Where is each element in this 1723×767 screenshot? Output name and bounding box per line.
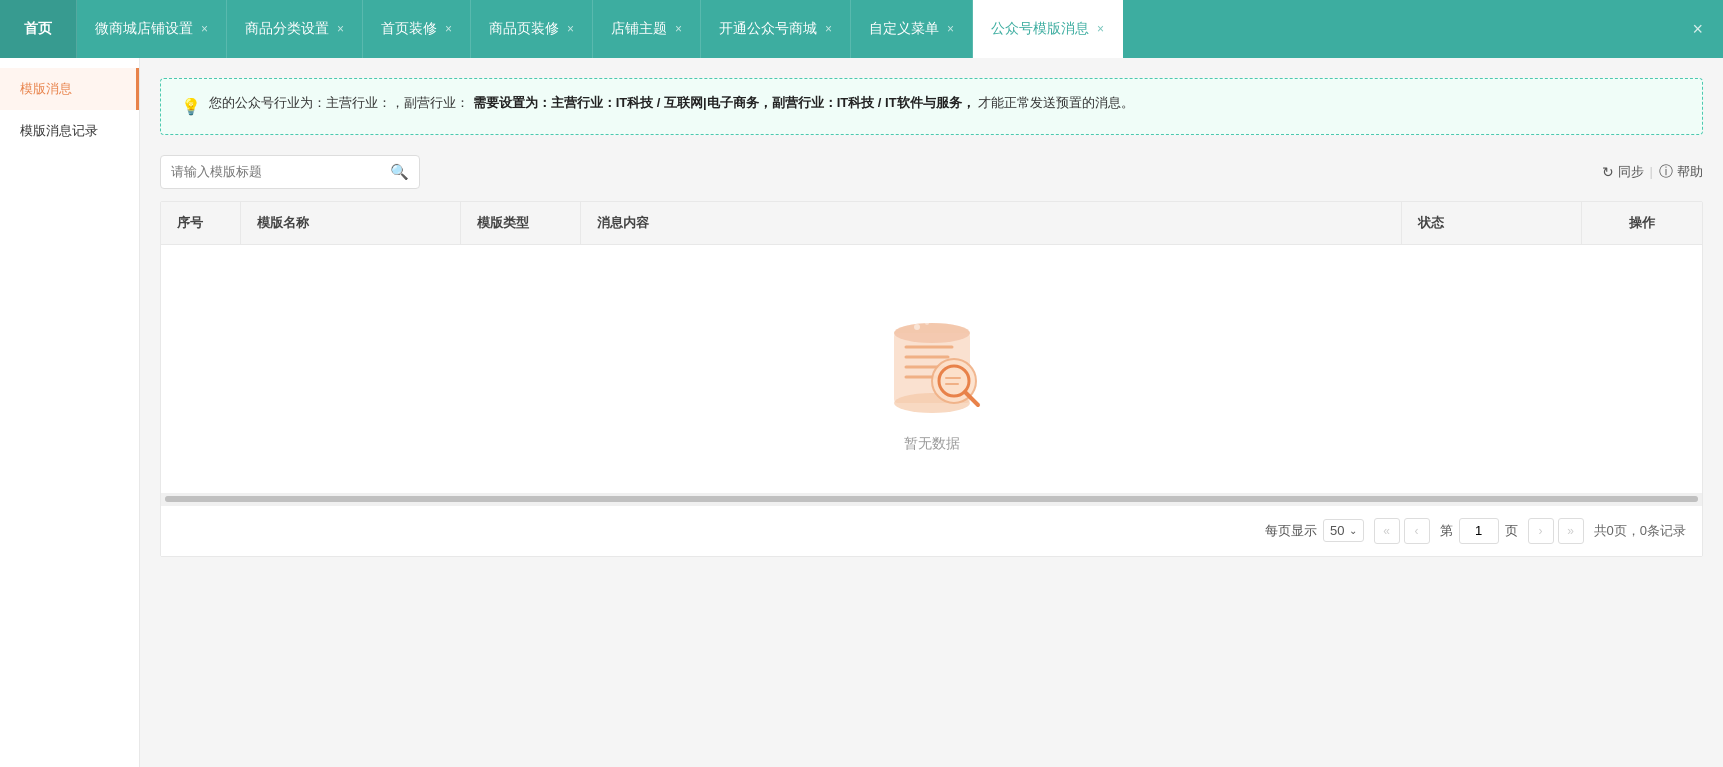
content-area: 💡 您的公众号行业为：主营行业：，副营行业： 需要设置为：主营行业：IT科技 /… (140, 58, 1723, 767)
close-all-tabs[interactable]: × (1672, 19, 1723, 40)
sidebar-item-template-record[interactable]: 模版消息记录 (0, 110, 139, 152)
tab-product-category[interactable]: 商品分类设置 × (227, 0, 363, 58)
tab-home-decor[interactable]: 首页装修 × (363, 0, 471, 58)
tab-product-category-label: 商品分类设置 (245, 20, 329, 38)
search-input[interactable] (171, 164, 390, 179)
search-input-wrap: 🔍 (160, 155, 420, 189)
th-seq: 序号 (161, 202, 241, 244)
page-unit: 页 (1505, 522, 1518, 540)
tab-home-decor-label: 首页装修 (381, 20, 437, 38)
empty-state: 暂无数据 (161, 245, 1702, 493)
table-container: 序号 模版名称 模版类型 消息内容 状态 操作 (160, 201, 1703, 557)
tab-template-msg-label: 公众号模版消息 (991, 20, 1089, 38)
chevron-down-icon: ⌄ (1349, 525, 1357, 536)
empty-illustration (872, 305, 992, 435)
help-button[interactable]: ⓘ 帮助 (1659, 163, 1703, 181)
page-size-select[interactable]: 50 ⌄ (1323, 519, 1363, 542)
tab-shop-theme-label: 店铺主题 (611, 20, 667, 38)
tab-home[interactable]: 首页 (0, 0, 77, 58)
scroll-indicator[interactable] (161, 493, 1702, 505)
page-size-label: 每页显示 (1265, 522, 1317, 540)
th-action: 操作 (1582, 202, 1702, 244)
page-nav-next: › » (1528, 518, 1584, 544)
search-bar: 🔍 ↻ 同步 | ⓘ 帮助 (160, 155, 1703, 189)
page-size-wrap: 每页显示 50 ⌄ (1265, 519, 1363, 542)
current-page-wrap: 第 页 (1440, 518, 1518, 544)
current-page-input[interactable] (1459, 518, 1499, 544)
pagination: 每页显示 50 ⌄ « ‹ 第 页 (161, 505, 1702, 556)
first-page-icon: « (1383, 524, 1390, 538)
bulb-icon: 💡 (181, 94, 201, 120)
table-header: 序号 模版名称 模版类型 消息内容 状态 操作 (161, 202, 1702, 245)
tab-wshop-label: 微商城店铺设置 (95, 20, 193, 38)
tab-open-mall-label: 开通公众号商城 (719, 20, 817, 38)
th-content: 消息内容 (581, 202, 1402, 244)
toolbar-right: ↻ 同步 | ⓘ 帮助 (1602, 163, 1703, 181)
tab-home-label: 首页 (24, 20, 52, 38)
svg-point-13 (914, 324, 920, 330)
page-label: 第 (1440, 522, 1453, 540)
tab-open-mall[interactable]: 开通公众号商城 × (701, 0, 851, 58)
close-wshop-settings[interactable]: × (201, 22, 208, 36)
page-nav: « ‹ (1374, 518, 1430, 544)
last-page-icon: » (1567, 524, 1574, 538)
empty-text: 暂无数据 (904, 435, 960, 453)
tab-shop-theme[interactable]: 店铺主题 × (593, 0, 701, 58)
tab-template-msg[interactable]: 公众号模版消息 × (973, 0, 1123, 58)
tab-product-decor-label: 商品页装修 (489, 20, 559, 38)
close-open-mall[interactable]: × (825, 22, 832, 36)
next-page-button[interactable]: › (1528, 518, 1554, 544)
close-home-decor[interactable]: × (445, 22, 452, 36)
th-type: 模版类型 (461, 202, 581, 244)
tab-custom-menu-label: 自定义菜单 (869, 20, 939, 38)
prev-page-button[interactable]: ‹ (1404, 518, 1430, 544)
close-template-msg[interactable]: × (1097, 22, 1104, 36)
close-product-decor[interactable]: × (567, 22, 574, 36)
th-name: 模版名称 (241, 202, 461, 244)
th-status: 状态 (1402, 202, 1582, 244)
close-product-category[interactable]: × (337, 22, 344, 36)
sync-button[interactable]: ↻ 同步 (1602, 163, 1644, 181)
sidebar-item-template-msg[interactable]: 模版消息 (0, 68, 139, 110)
main-layout: 模版消息 模版消息记录 💡 您的公众号行业为：主营行业：，副营行业： 需要设置为… (0, 58, 1723, 767)
prev-page-icon: ‹ (1415, 524, 1419, 538)
tab-bar: 首页 微商城店铺设置 × 商品分类设置 × 首页装修 × 商品页装修 × 店铺主… (0, 0, 1723, 58)
scroll-thumb (165, 496, 1698, 502)
info-banner: 💡 您的公众号行业为：主营行业：，副营行业： 需要设置为：主营行业：IT科技 /… (160, 78, 1703, 135)
svg-point-3 (894, 323, 970, 343)
toolbar-divider: | (1650, 164, 1653, 179)
sidebar: 模版消息 模版消息记录 (0, 58, 140, 767)
tab-product-decor[interactable]: 商品页装修 × (471, 0, 593, 58)
search-icon[interactable]: 🔍 (390, 163, 409, 181)
tab-custom-menu[interactable]: 自定义菜单 × (851, 0, 973, 58)
first-page-button[interactable]: « (1374, 518, 1400, 544)
svg-point-14 (925, 321, 929, 325)
sync-icon: ↻ (1602, 164, 1614, 180)
help-icon: ⓘ (1659, 163, 1673, 181)
total-info: 共0页，0条记录 (1594, 522, 1686, 540)
last-page-button[interactable]: » (1558, 518, 1584, 544)
close-shop-theme[interactable]: × (675, 22, 682, 36)
info-banner-text: 您的公众号行业为：主营行业：，副营行业： 需要设置为：主营行业：IT科技 / 互… (209, 93, 1134, 114)
next-page-icon: › (1539, 524, 1543, 538)
tab-wshop-settings[interactable]: 微商城店铺设置 × (77, 0, 227, 58)
scroll-track (165, 496, 1698, 502)
close-custom-menu[interactable]: × (947, 22, 954, 36)
